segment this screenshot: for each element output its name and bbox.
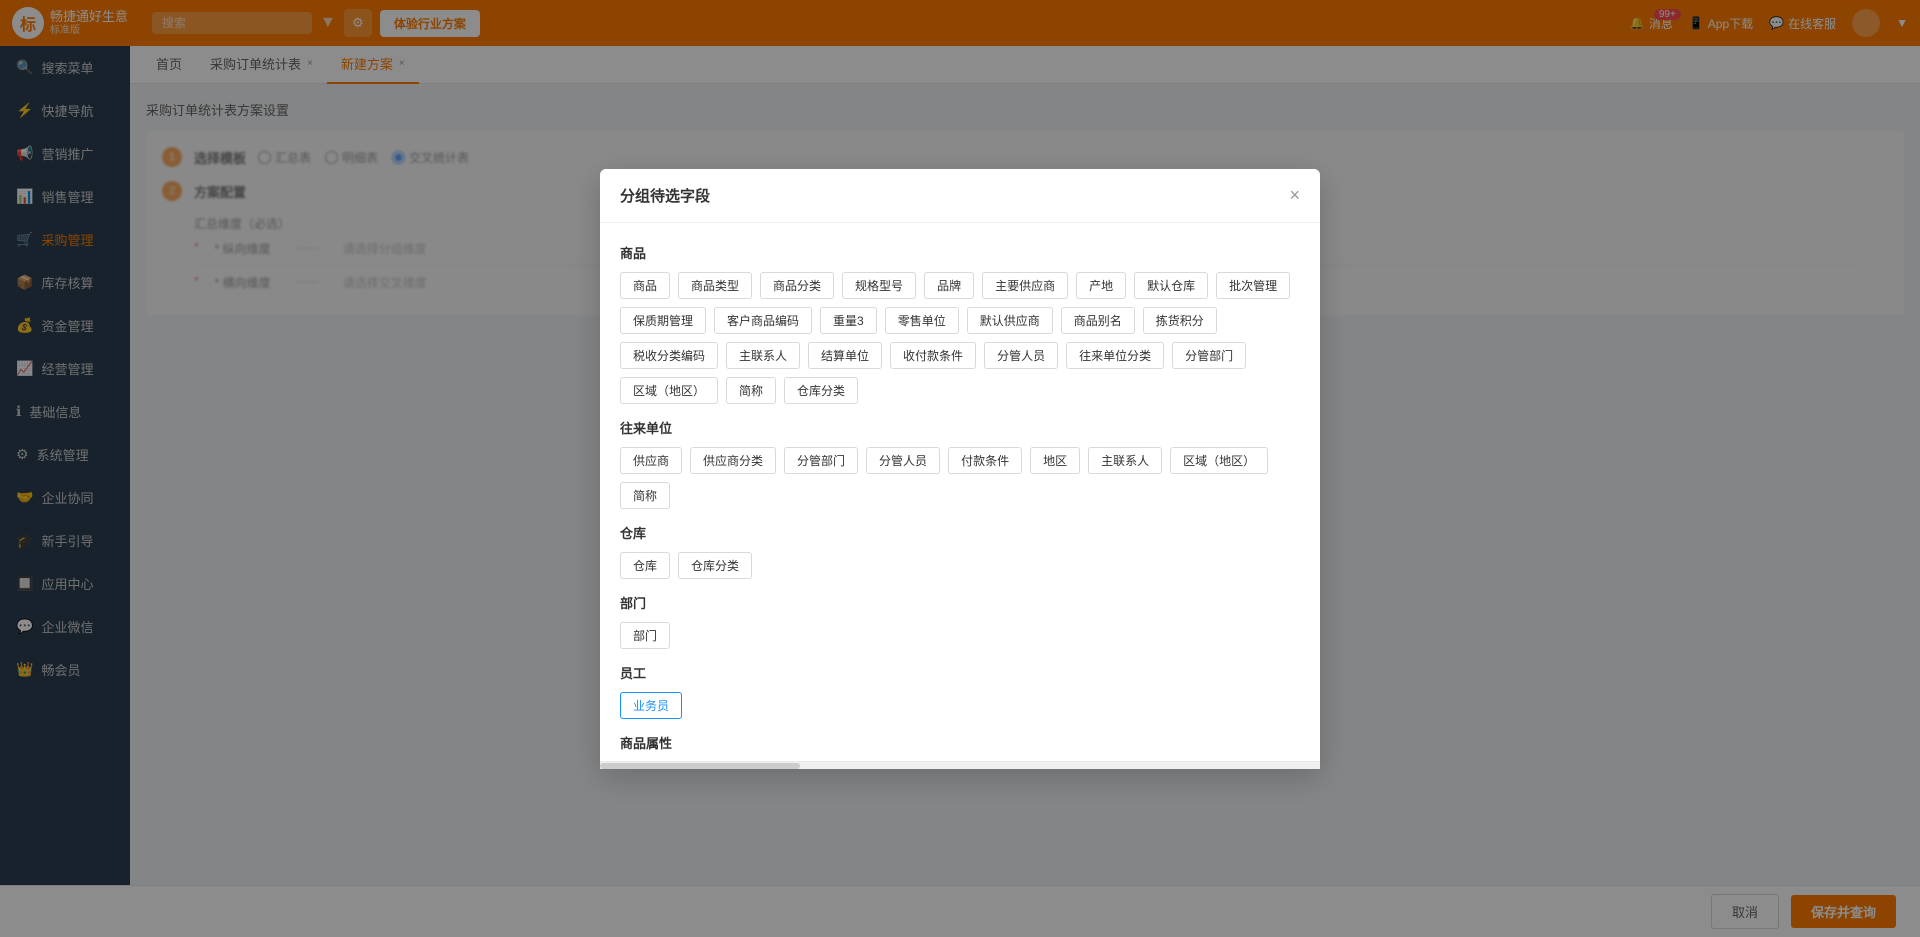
field-chip-0-14[interactable]: 商品别名 xyxy=(1061,307,1135,334)
section-title-5: 商品属性 xyxy=(620,733,1300,752)
field-chip-1-1[interactable]: 供应商分类 xyxy=(690,447,776,474)
section-title-4: 员工 xyxy=(620,663,1300,682)
field-grid-0: 商品商品类型商品分类规格型号品牌主要供应商产地默认仓库批次管理保质期管理客户商品… xyxy=(620,272,1300,404)
field-chip-0-10[interactable]: 客户商品编码 xyxy=(714,307,812,334)
field-grid-3: 部门 xyxy=(620,622,1300,649)
modal-overlay: 分组待选字段 × 商品商品商品类型商品分类规格型号品牌主要供应商产地默认仓库批次… xyxy=(0,0,1920,937)
field-select-modal: 分组待选字段 × 商品商品商品类型商品分类规格型号品牌主要供应商产地默认仓库批次… xyxy=(600,169,1320,769)
field-chip-0-19[interactable]: 收付款条件 xyxy=(890,342,976,369)
field-chip-0-18[interactable]: 结算单位 xyxy=(808,342,882,369)
section-title-0: 商品 xyxy=(620,243,1300,262)
field-chip-1-0[interactable]: 供应商 xyxy=(620,447,682,474)
field-grid-1: 供应商供应商分类分管部门分管人员付款条件地区主联系人区域（地区） 简称 xyxy=(620,447,1300,509)
field-chip-1-6[interactable]: 主联系人 xyxy=(1088,447,1162,474)
field-chip-0-2[interactable]: 商品分类 xyxy=(760,272,834,299)
field-chip-0-3[interactable]: 规格型号 xyxy=(842,272,916,299)
field-chip-0-24[interactable]: 简称 xyxy=(726,377,776,404)
field-chip-0-12[interactable]: 零售单位 xyxy=(885,307,959,334)
modal-header: 分组待选字段 × xyxy=(600,169,1320,223)
modal-close-button[interactable]: × xyxy=(1289,185,1300,206)
field-chip-0-0[interactable]: 商品 xyxy=(620,272,670,299)
field-chip-0-20[interactable]: 分管人员 xyxy=(984,342,1058,369)
field-chip-0-1[interactable]: 商品类型 xyxy=(678,272,752,299)
horizontal-scrollbar-thumb[interactable] xyxy=(600,763,800,769)
field-chip-1-8[interactable]: 简称 xyxy=(620,482,670,509)
field-chip-0-11[interactable]: 重量3 xyxy=(820,307,877,334)
field-chip-0-6[interactable]: 产地 xyxy=(1076,272,1126,299)
field-chip-0-22[interactable]: 分管部门 xyxy=(1172,342,1246,369)
field-chip-0-16[interactable]: 税收分类编码 xyxy=(620,342,718,369)
field-chip-0-23[interactable]: 区域（地区） xyxy=(620,377,718,404)
field-chip-1-7[interactable]: 区域（地区） xyxy=(1170,447,1268,474)
field-chip-0-4[interactable]: 品牌 xyxy=(924,272,974,299)
field-chip-4-0[interactable]: 业务员 xyxy=(620,692,682,719)
field-chip-0-7[interactable]: 默认仓库 xyxy=(1134,272,1208,299)
field-chip-0-9[interactable]: 保质期管理 xyxy=(620,307,706,334)
field-grid-2: 仓库仓库分类 xyxy=(620,552,1300,579)
field-chip-0-17[interactable]: 主联系人 xyxy=(726,342,800,369)
field-chip-1-3[interactable]: 分管人员 xyxy=(866,447,940,474)
section-title-3: 部门 xyxy=(620,593,1300,612)
field-chip-1-5[interactable]: 地区 xyxy=(1030,447,1080,474)
field-chip-0-25[interactable]: 仓库分类 xyxy=(784,377,858,404)
section-title-1: 往来单位 xyxy=(620,418,1300,437)
modal-body: 商品商品商品类型商品分类规格型号品牌主要供应商产地默认仓库批次管理保质期管理客户… xyxy=(600,223,1320,762)
field-chip-0-5[interactable]: 主要供应商 xyxy=(982,272,1068,299)
field-chip-2-0[interactable]: 仓库 xyxy=(620,552,670,579)
horizontal-scrollbar[interactable] xyxy=(600,761,1320,768)
field-chip-0-21[interactable]: 往来单位分类 xyxy=(1066,342,1164,369)
field-chip-0-13[interactable]: 默认供应商 xyxy=(967,307,1053,334)
field-chip-0-15[interactable]: 拣货积分 xyxy=(1143,307,1217,334)
field-chip-0-8[interactable]: 批次管理 xyxy=(1216,272,1290,299)
field-chip-3-0[interactable]: 部门 xyxy=(620,622,670,649)
modal-title: 分组待选字段 xyxy=(620,185,710,206)
field-chip-1-4[interactable]: 付款条件 xyxy=(948,447,1022,474)
field-chip-2-1[interactable]: 仓库分类 xyxy=(678,552,752,579)
section-title-2: 仓库 xyxy=(620,523,1300,542)
field-chip-1-2[interactable]: 分管部门 xyxy=(784,447,858,474)
field-grid-4: 业务员 xyxy=(620,692,1300,719)
